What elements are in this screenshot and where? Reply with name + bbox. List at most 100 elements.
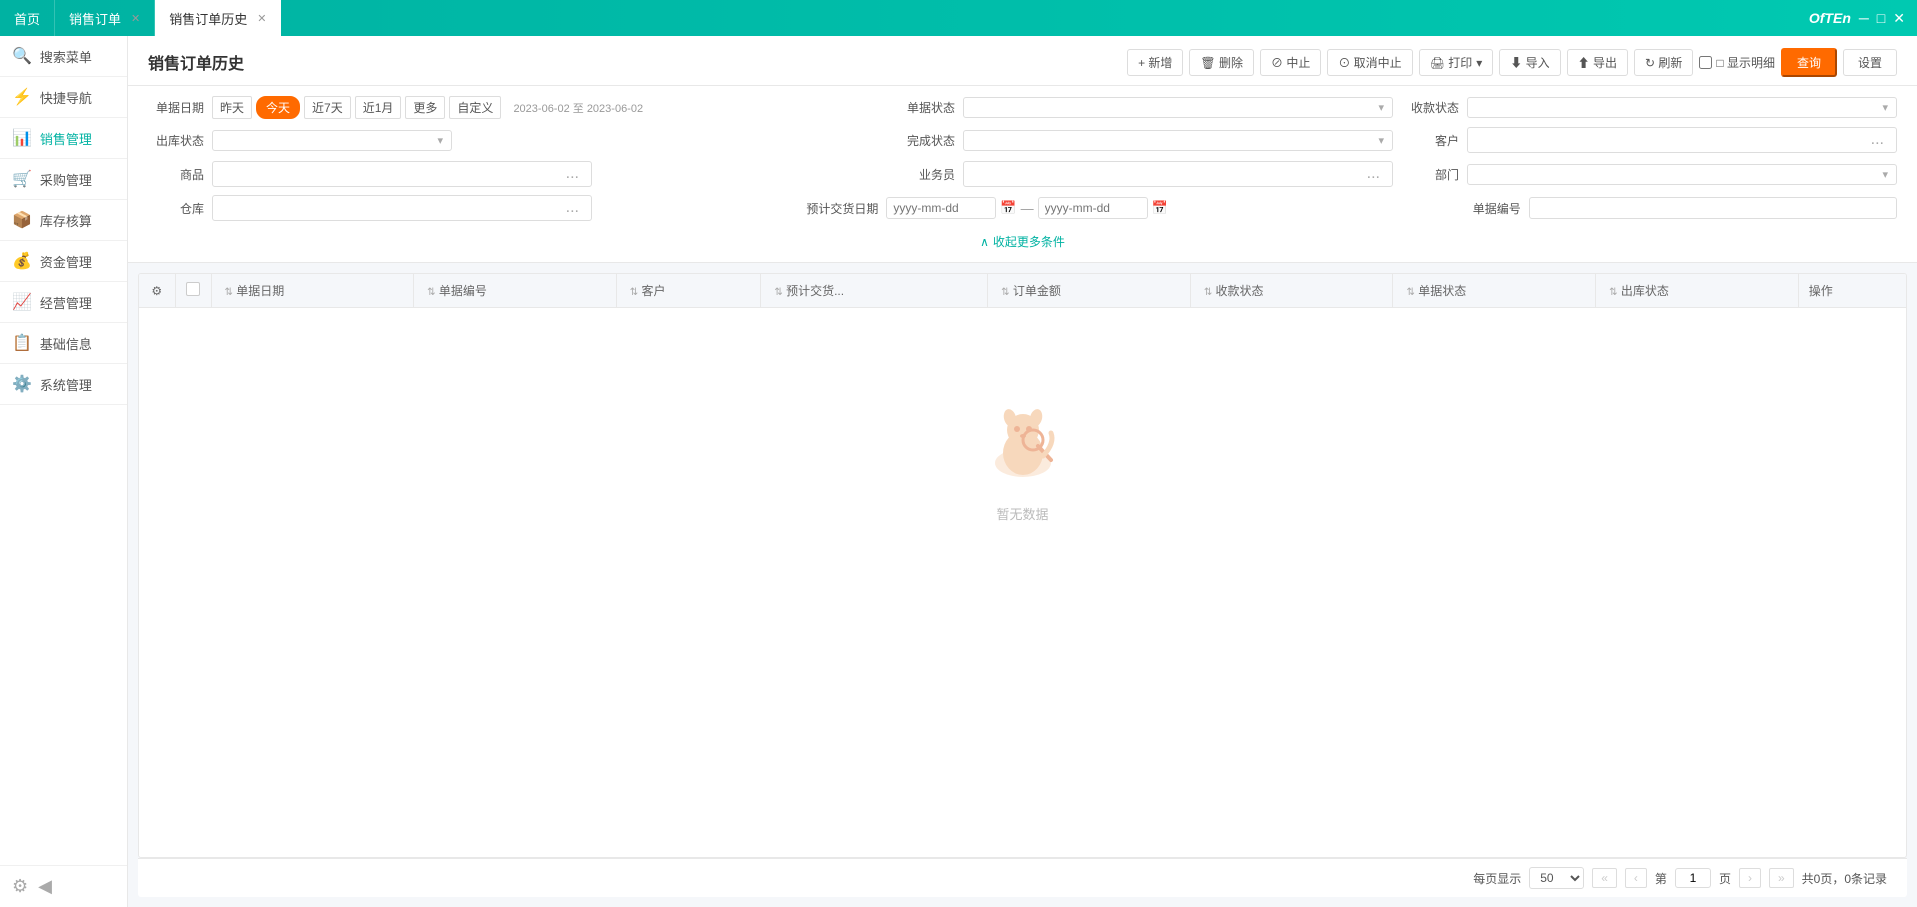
expected-date-to[interactable] <box>1038 197 1148 219</box>
sidebar-item-search-menu[interactable]: 🔍 搜索菜单 <box>0 36 127 77</box>
tab-home-label: 首页 <box>14 9 40 28</box>
sidebar-item-quick-nav[interactable]: ⚡ 快捷导航 <box>0 77 127 118</box>
department-chevron: ▾ <box>1882 168 1888 181</box>
th-number[interactable]: ⇅ 单据编号 <box>414 274 617 308</box>
maximize-btn[interactable]: □ <box>1877 10 1885 26</box>
th-expected-date[interactable]: ⇅ 预计交货... <box>761 274 988 308</box>
page-suffix: 页 <box>1719 870 1731 887</box>
delete-button[interactable]: 🗑 删除 <box>1189 49 1254 76</box>
date-range-display: 2023-06-02 至 2023-06-02 <box>513 100 643 116</box>
empty-state-row: 暂无数据 <box>139 308 1906 604</box>
tab-sales-order-history[interactable]: 销售订单历史 ✕ <box>155 0 281 36</box>
goods-input-wrap[interactable]: ... <box>212 161 592 187</box>
payment-status-select[interactable]: ▾ <box>1467 97 1897 118</box>
sidebar-item-purchase-mgmt[interactable]: 🛒 采购管理 <box>0 159 127 200</box>
tab-sales-order-history-close[interactable]: ✕ <box>257 12 266 25</box>
settings-icon[interactable]: ⚙ <box>151 284 162 298</box>
sidebar-item-base-info[interactable]: 📋 基础信息 <box>0 323 127 364</box>
th-payment-status[interactable]: ⇅ 收款状态 <box>1190 274 1393 308</box>
sidebar-collapse-icon[interactable]: ◀ <box>38 876 52 897</box>
date-yesterday-btn[interactable]: 昨天 <box>212 96 252 119</box>
sidebar-settings-icon[interactable]: ⚙ <box>12 876 28 897</box>
export-button[interactable]: ⬆ 导出 <box>1567 49 1628 76</box>
date-7days-btn[interactable]: 近7天 <box>304 96 351 119</box>
goods-dots-btn[interactable]: ... <box>562 165 583 183</box>
collapse-row[interactable]: ∧ 收起更多条件 <box>148 229 1897 252</box>
tab-home[interactable]: 首页 <box>0 0 55 36</box>
expected-date-from[interactable] <box>886 197 996 219</box>
page-num-input[interactable] <box>1675 868 1711 888</box>
complete-status-chevron: ▾ <box>1378 134 1384 147</box>
sidebar-item-inventory-calc[interactable]: 📦 库存核算 <box>0 200 127 241</box>
import-button[interactable]: ⬇ 导入 <box>1499 49 1560 76</box>
sidebar-item-sales-mgmt[interactable]: 📊 销售管理 <box>0 118 127 159</box>
th-date-label: 单据日期 <box>236 284 284 298</box>
new-button[interactable]: + 新增 <box>1127 49 1183 76</box>
order-status-chevron: ▾ <box>1378 101 1384 114</box>
salesperson-input-wrap[interactable]: ... <box>963 161 1393 187</box>
payment-status-label: 收款状态 <box>1403 99 1459 116</box>
th-customer[interactable]: ⇅ 客户 <box>616 274 761 308</box>
print-button[interactable]: 🖨 打印 ▾ <box>1419 49 1494 76</box>
close-btn[interactable]: ✕ <box>1893 10 1905 27</box>
date-group: 昨天 今天 近7天 近1月 更多 自定义 <box>212 96 501 119</box>
page-size-select[interactable]: 50 10 20 100 <box>1529 867 1584 889</box>
th-order-status[interactable]: ⇅ 单据状态 <box>1393 274 1596 308</box>
sidebar-item-capital-mgmt[interactable]: 💰 资金管理 <box>0 241 127 282</box>
th-amount[interactable]: ⇅ 订单金额 <box>988 274 1191 308</box>
data-table: ⚙ ⇅ 单据日期 ⇅ 单据编号 <box>139 274 1906 603</box>
order-status-select[interactable]: ▾ <box>963 97 1393 118</box>
show-detail-checkbox[interactable] <box>1699 56 1712 69</box>
date-filter-label: 单据日期 <box>148 99 204 116</box>
date-custom-btn[interactable]: 自定义 <box>449 96 501 119</box>
complete-status-select[interactable]: ▾ <box>963 130 1393 151</box>
first-page-btn[interactable]: « <box>1592 868 1617 888</box>
expected-date-range: 📅 — 📅 <box>886 197 1454 219</box>
order-num-input[interactable] <box>1529 197 1897 219</box>
customer-input-wrap[interactable]: ... <box>1467 127 1897 153</box>
setting-button[interactable]: 设置 <box>1843 49 1897 76</box>
th-date[interactable]: ⇅ 单据日期 <box>211 274 414 308</box>
warehouse-label: 仓库 <box>148 200 204 217</box>
delivery-status-select[interactable]: ▾ <box>212 130 452 151</box>
th-settings[interactable]: ⚙ <box>139 274 175 308</box>
date-1month-btn[interactable]: 近1月 <box>355 96 402 119</box>
th-delivery-status[interactable]: ⇅ 出库状态 <box>1596 274 1799 308</box>
calendar-from-icon[interactable]: 📅 <box>1000 200 1016 216</box>
query-button[interactable]: 查询 <box>1781 48 1837 77</box>
warehouse-input-wrap[interactable]: ... <box>212 195 592 221</box>
filter-area: 单据日期 昨天 今天 近7天 近1月 更多 自定义 2023-06-02 至 2… <box>128 86 1917 263</box>
stop-button[interactable]: ⊘ 中止 <box>1260 49 1321 76</box>
tab-sales-order-close[interactable]: ✕ <box>131 12 140 25</box>
sidebar-item-sales-mgmt-label: 销售管理 <box>40 129 92 148</box>
cancel-stop-button[interactable]: ⊙ 取消中止 <box>1327 49 1412 76</box>
tab-sales-order[interactable]: 销售订单 ✕ <box>55 0 155 36</box>
last-page-btn[interactable]: » <box>1769 868 1794 888</box>
salesperson-dots-btn[interactable]: ... <box>1363 165 1384 183</box>
date-today-btn[interactable]: 今天 <box>256 96 300 119</box>
sidebar-item-system-mgmt[interactable]: ⚙️ 系统管理 <box>0 364 127 405</box>
salesperson-label: 业务员 <box>899 166 955 183</box>
minimize-btn[interactable]: ─ <box>1859 10 1869 26</box>
sidebar-item-system-mgmt-label: 系统管理 <box>40 375 92 394</box>
print-label: 🖨 打印 <box>1430 54 1473 71</box>
date-more-btn[interactable]: 更多 <box>405 96 445 119</box>
department-select[interactable]: ▾ <box>1467 164 1897 185</box>
calendar-to-icon[interactable]: 📅 <box>1152 200 1168 216</box>
sort-expected-date-icon: ⇅ <box>774 287 782 298</box>
warehouse-dots-btn[interactable]: ... <box>562 199 583 217</box>
select-all-checkbox[interactable] <box>186 282 200 296</box>
next-page-btn[interactable]: › <box>1739 868 1761 888</box>
empty-text: 暂无数据 <box>996 504 1048 523</box>
sidebar-item-operations-mgmt[interactable]: 📈 经营管理 <box>0 282 127 323</box>
page-size-label: 每页显示 <box>1473 870 1521 887</box>
show-detail-checkbox-wrap[interactable]: □ 显示明细 <box>1699 54 1775 71</box>
prev-page-btn[interactable]: ‹ <box>1625 868 1647 888</box>
sidebar-item-purchase-mgmt-label: 采购管理 <box>40 170 92 189</box>
delivery-status-chevron: ▾ <box>437 134 443 147</box>
customer-dots-btn[interactable]: ... <box>1867 131 1888 149</box>
refresh-button[interactable]: ↻ 刷新 <box>1634 49 1693 76</box>
filter-row-3: 商品 ... 业务员 ... 部门 ▾ <box>148 161 1897 187</box>
date-dash: — <box>1021 201 1034 216</box>
complete-status-label: 完成状态 <box>899 132 955 149</box>
